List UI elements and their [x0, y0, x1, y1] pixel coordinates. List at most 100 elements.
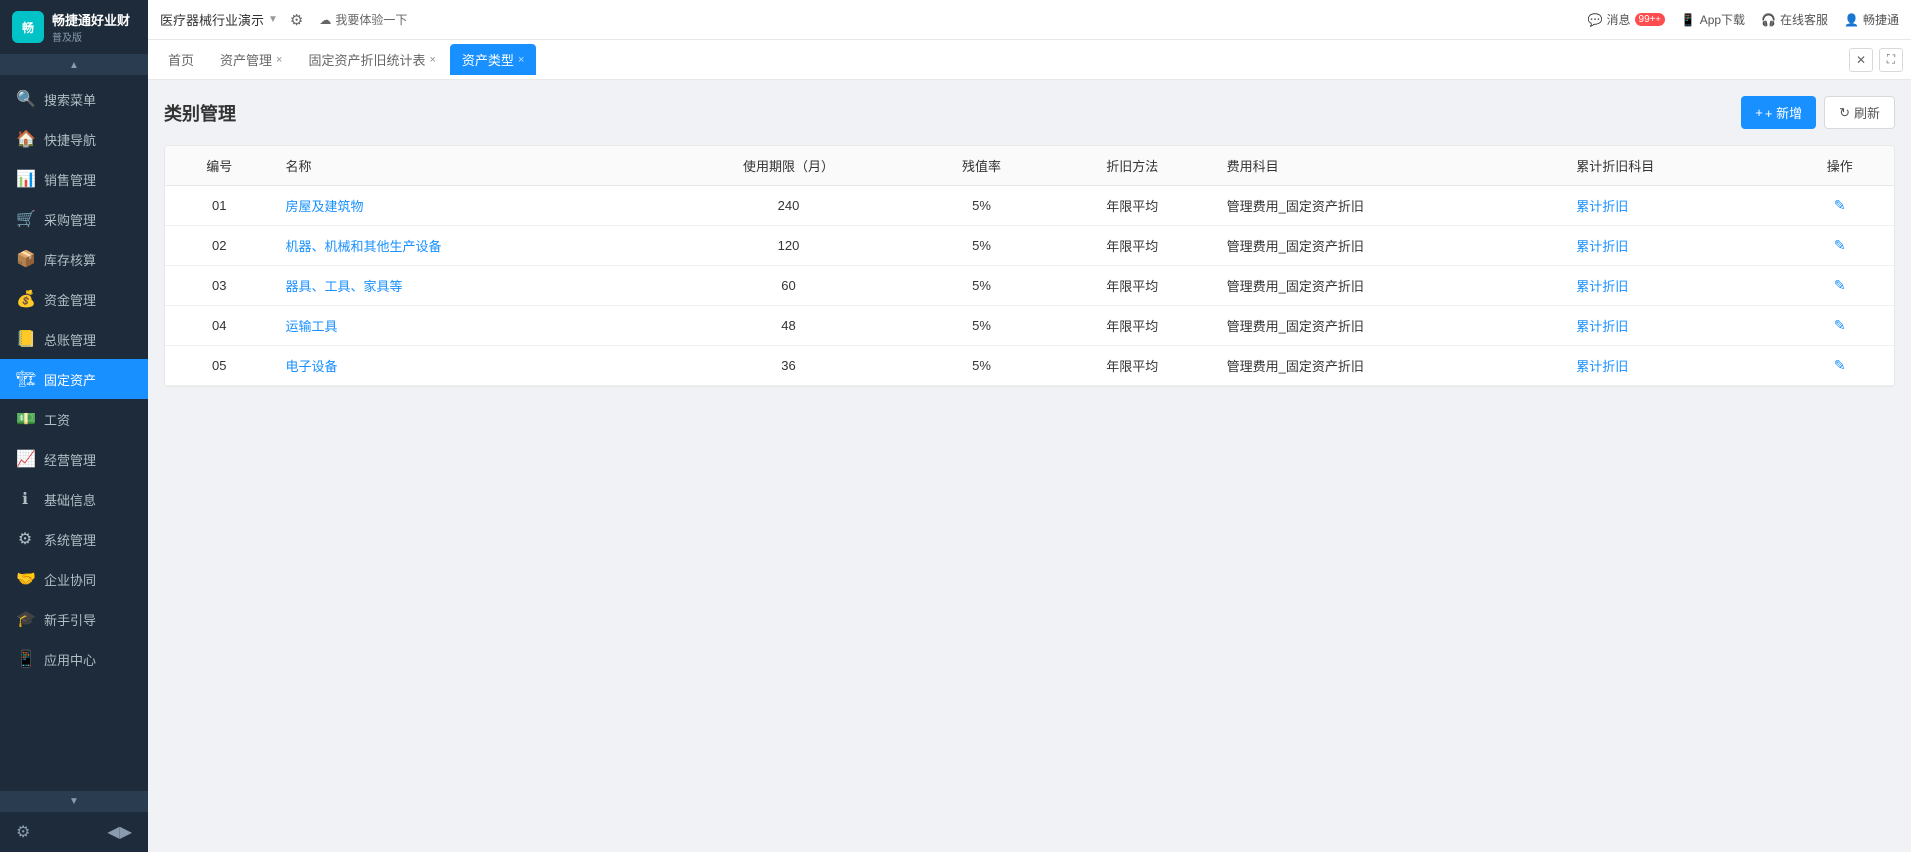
tab-home[interactable]: 首页 — [156, 44, 206, 75]
tabs-right: ✕ ⛶ — [1849, 48, 1903, 72]
sidebar-scroll-down[interactable]: ▼ — [0, 791, 148, 811]
page-actions: + + 新增 ↻ 刷新 — [1741, 96, 1895, 129]
cell-name-3[interactable]: 运输工具 — [273, 306, 663, 346]
cell-name-0[interactable]: 房屋及建筑物 — [273, 186, 663, 226]
sidebar-item-label-payroll: 工资 — [44, 410, 70, 429]
edit-btn-3[interactable]: ✎ — [1834, 317, 1846, 333]
tab-label-asset-mgmt: 资产管理 — [220, 50, 272, 69]
sidebar-scroll-up[interactable]: ▲ — [0, 55, 148, 75]
sidebar-item-label-operations: 经营管理 — [44, 450, 96, 469]
cell-expense_account-4: 管理费用_固定资产折旧 — [1215, 346, 1565, 386]
sidebar-item-system[interactable]: ⚙ 系统管理 — [0, 519, 148, 559]
search-icon: 🔍 — [16, 89, 34, 109]
close-tab-btn[interactable]: ✕ — [1849, 48, 1873, 72]
edit-btn-2[interactable]: ✎ — [1834, 277, 1846, 293]
edit-btn-4[interactable]: ✎ — [1834, 357, 1846, 373]
cell-expense_account-3: 管理费用_固定资产折旧 — [1215, 306, 1565, 346]
sidebar-item-label-app-center: 应用中心 — [44, 650, 96, 669]
sidebar-item-operations[interactable]: 📈 经营管理 — [0, 439, 148, 479]
company-selector[interactable]: 医疗器械行业演示 ▼ — [160, 10, 278, 29]
edit-btn-1[interactable]: ✎ — [1834, 237, 1846, 253]
cell-name-1[interactable]: 机器、机械和其他生产设备 — [273, 226, 663, 266]
user-avatar[interactable]: 👤 畅捷通 — [1844, 11, 1899, 28]
col-header-period: 使用期限（月） — [664, 146, 913, 186]
mobile-icon: 📱 — [1681, 13, 1696, 27]
collapse-icon[interactable]: ◀▶ — [107, 822, 132, 842]
company-name: 医疗器械行业演示 — [160, 10, 264, 29]
cell-cumulative_account-4[interactable]: 累计折旧 — [1564, 346, 1785, 386]
cell-cumulative_account-2[interactable]: 累计折旧 — [1564, 266, 1785, 306]
cell-residual-2: 5% — [913, 266, 1050, 306]
refresh-btn[interactable]: ↻ 刷新 — [1824, 96, 1895, 129]
new-btn[interactable]: + + 新增 — [1741, 96, 1816, 129]
sidebar-item-search[interactable]: 🔍 搜索菜单 — [0, 79, 148, 119]
sidebar-item-app-center[interactable]: 📱 应用中心 — [0, 639, 148, 679]
sidebar-item-label-purchase: 采购管理 — [44, 210, 96, 229]
sidebar-item-enterprise[interactable]: 🤝 企业协同 — [0, 559, 148, 599]
cell-name-2[interactable]: 器具、工具、家具等 — [273, 266, 663, 306]
tab-close-asset-mgmt[interactable]: × — [276, 54, 282, 66]
user-name: 畅捷通 — [1863, 11, 1899, 28]
col-header-name: 名称 — [273, 146, 663, 186]
sidebar-item-fixed-assets[interactable]: 🏗 固定资产 — [0, 359, 148, 399]
app-download-btn[interactable]: 📱 App下载 — [1681, 11, 1745, 28]
sidebar-item-purchase[interactable]: 🛒 采购管理 — [0, 199, 148, 239]
cell-period-2: 60 — [664, 266, 913, 306]
sidebar-item-capital[interactable]: 💰 资金管理 — [0, 279, 148, 319]
topbar-gear-icon[interactable]: ⚙ — [290, 11, 303, 29]
data-table: 编号名称使用期限（月）残值率折旧方法费用科目累计折旧科目操作 01房屋及建筑物2… — [164, 145, 1895, 387]
operations-icon: 📈 — [16, 449, 34, 469]
cell-cumulative_account-1[interactable]: 累计折旧 — [1564, 226, 1785, 266]
table-row: 04运输工具485%年限平均管理费用_固定资产折旧累计折旧✎ — [165, 306, 1894, 346]
sidebar-item-sales[interactable]: 📊 销售管理 — [0, 159, 148, 199]
edit-btn-0[interactable]: ✎ — [1834, 197, 1846, 213]
col-header-expense_account: 费用科目 — [1215, 146, 1565, 186]
system-icon: ⚙ — [16, 529, 34, 549]
message-badge: 99++ — [1635, 13, 1665, 26]
sidebar-item-label-basic-info: 基础信息 — [44, 490, 96, 509]
quick-nav-icon: 🏠 — [16, 129, 34, 149]
cell-residual-4: 5% — [913, 346, 1050, 386]
topbar-right: 💬 消息 99++ 📱 App下载 🎧 在线客服 👤 畅捷通 — [1588, 11, 1899, 28]
tab-close-asset-type[interactable]: × — [518, 54, 524, 66]
cell-cumulative_account-0[interactable]: 累计折旧 — [1564, 186, 1785, 226]
cell-name-4[interactable]: 电子设备 — [273, 346, 663, 386]
tab-label-asset-type: 资产类型 — [462, 50, 514, 69]
sidebar-item-quick-nav[interactable]: 🏠 快捷导航 — [0, 119, 148, 159]
sidebar: 畅 畅捷通好业财 普及版 ▲ 🔍 搜索菜单 🏠 快捷导航 📊 销售管理 🛒 采购… — [0, 0, 148, 852]
purchase-icon: 🛒 — [16, 209, 34, 229]
message-icon: 💬 — [1588, 13, 1603, 27]
sidebar-item-label-search: 搜索菜单 — [44, 90, 96, 109]
experience-btn[interactable]: ☁ 我要体验一下 — [319, 11, 407, 28]
app-center-icon: 📱 — [16, 649, 34, 669]
tab-close-depreciation-report[interactable]: × — [429, 54, 435, 66]
sidebar-item-payroll[interactable]: 💵 工资 — [0, 399, 148, 439]
tab-asset-type[interactable]: 资产类型 × — [450, 44, 536, 75]
settings-icon[interactable]: ⚙ — [16, 822, 30, 842]
online-service-btn[interactable]: 🎧 在线客服 — [1761, 11, 1828, 28]
cell-action-2: ✎ — [1785, 266, 1894, 306]
tab-depreciation-report[interactable]: 固定资产折旧统计表× — [296, 44, 447, 75]
sidebar-item-ledger[interactable]: 📒 总账管理 — [0, 319, 148, 359]
sidebar-item-inventory[interactable]: 📦 库存核算 — [0, 239, 148, 279]
refresh-icon: ↻ — [1839, 105, 1850, 121]
cell-action-3: ✎ — [1785, 306, 1894, 346]
sidebar-item-guide[interactable]: 🎓 新手引导 — [0, 599, 148, 639]
basic-info-icon: ℹ — [16, 489, 34, 509]
category-table: 编号名称使用期限（月）残值率折旧方法费用科目累计折旧科目操作 01房屋及建筑物2… — [165, 146, 1894, 386]
user-icon: 👤 — [1844, 13, 1859, 27]
cell-action-4: ✎ — [1785, 346, 1894, 386]
cell-method-2: 年限平均 — [1050, 266, 1215, 306]
experience-label: 我要体验一下 — [335, 11, 407, 28]
ledger-icon: 📒 — [16, 329, 34, 349]
tab-asset-mgmt[interactable]: 资产管理 × — [208, 44, 294, 75]
tabs-container: 首页资产管理×固定资产折旧统计表×资产类型× — [156, 44, 536, 75]
sidebar-item-basic-info[interactable]: ℹ 基础信息 — [0, 479, 148, 519]
cell-expense_account-2: 管理费用_固定资产折旧 — [1215, 266, 1565, 306]
plus-icon: + — [1755, 105, 1763, 120]
maximize-tab-btn[interactable]: ⛶ — [1879, 48, 1903, 72]
message-btn[interactable]: 💬 消息 99++ — [1588, 11, 1665, 28]
cell-expense_account-0: 管理费用_固定资产折旧 — [1215, 186, 1565, 226]
cell-cumulative_account-3[interactable]: 累计折旧 — [1564, 306, 1785, 346]
inventory-icon: 📦 — [16, 249, 34, 269]
